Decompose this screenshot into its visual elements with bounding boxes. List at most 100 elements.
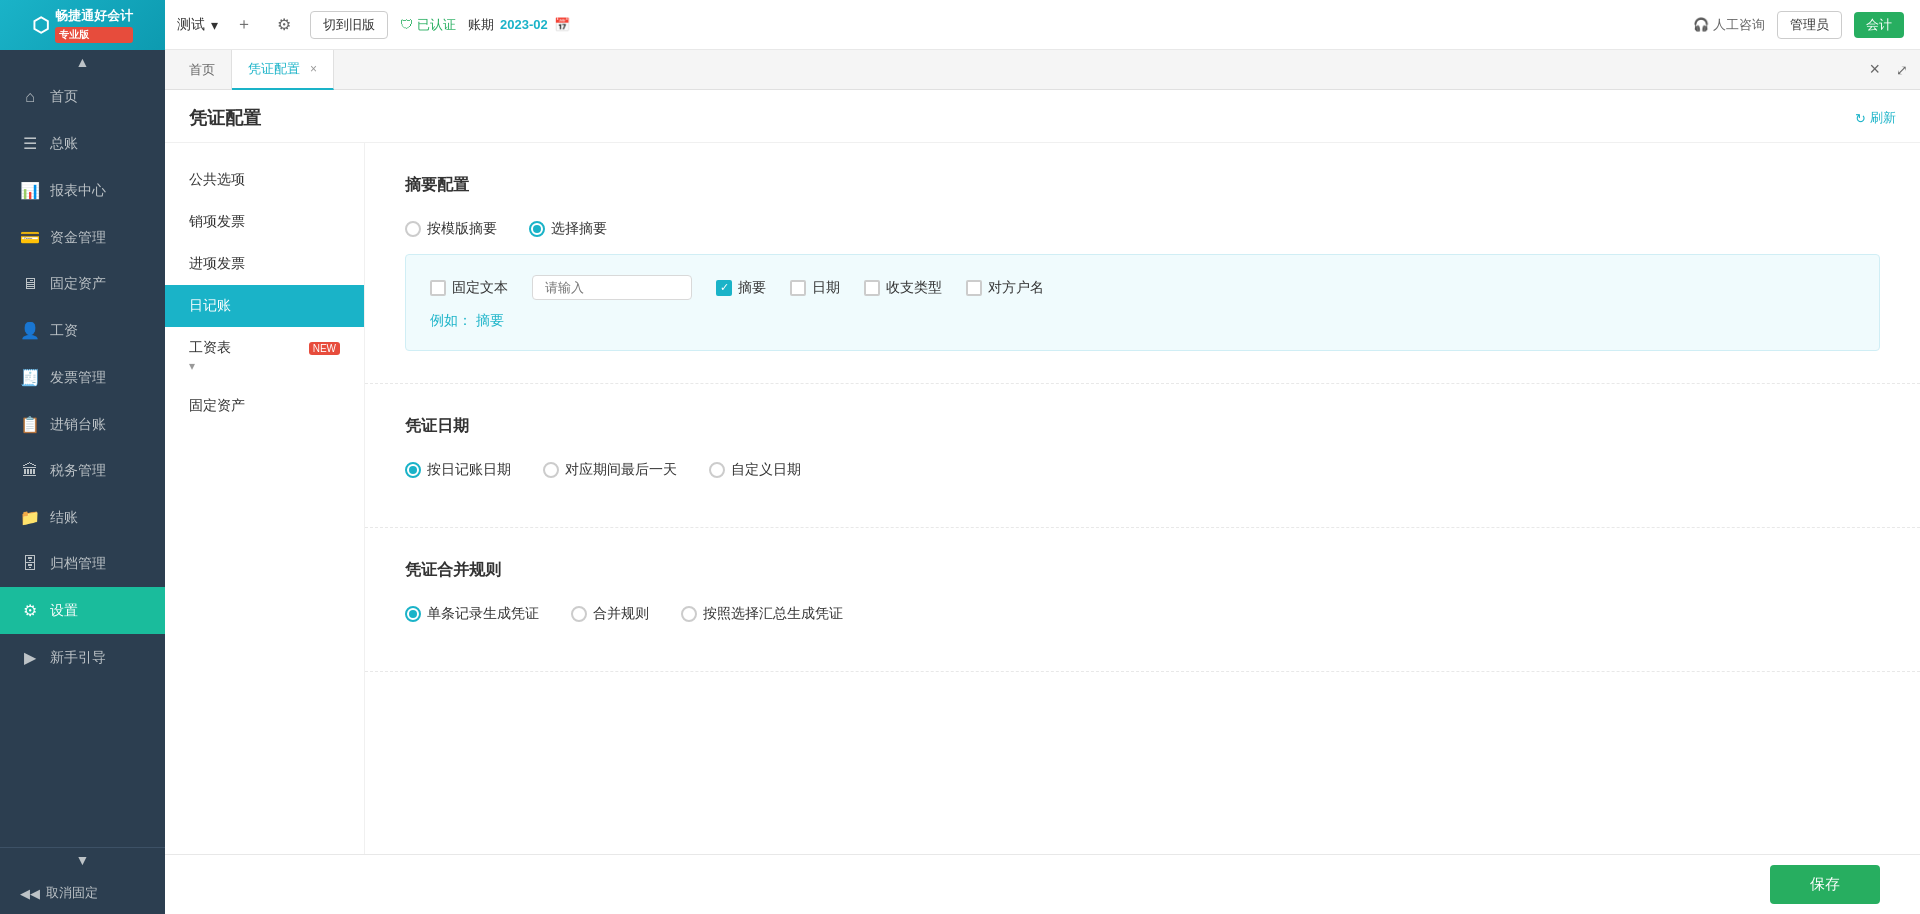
tabbar: 首页 凭证配置 × × ⤢ [165, 50, 1920, 90]
content-area: 公共选项 销项发票 进项发票 日记账 工资表 NEW ▾ 固定资产 [165, 143, 1920, 914]
headset-icon: 🎧 [1693, 17, 1709, 32]
home-icon: ⌂ [20, 88, 40, 106]
radio-period-last[interactable]: 对应期间最后一天 [543, 461, 677, 479]
certified-badge: 🛡 已认证 [400, 16, 456, 34]
sidebar-item-salary[interactable]: 👤 工资 [0, 307, 165, 354]
sidebar-item-archive[interactable]: 🗄 归档管理 [0, 541, 165, 587]
trade-icon: 📋 [20, 415, 40, 434]
gear-icon[interactable]: ⚙ [270, 11, 298, 39]
settings-icon: ⚙ [20, 601, 40, 620]
service-button[interactable]: 🎧 人工咨询 [1693, 16, 1765, 34]
example-text: 例如： 摘要 [430, 312, 1855, 330]
guide-icon: ▶ [20, 648, 40, 667]
sidebar-item-label: 归档管理 [50, 555, 106, 573]
cancel-pin-button[interactable]: ◀◀ 取消固定 [0, 872, 165, 914]
sidebar-scroll-up[interactable]: ▲ [0, 50, 165, 74]
checkbox-fixed-text[interactable]: 固定文本 [430, 279, 508, 297]
sidebar-item-home[interactable]: ⌂ 首页 [0, 74, 165, 120]
left-nav-item-payroll[interactable]: 工资表 NEW ▾ [165, 327, 364, 385]
radio-custom-date[interactable]: 自定义日期 [709, 461, 801, 479]
radio-journal-date[interactable]: 按日记账日期 [405, 461, 511, 479]
radio-circle-single [405, 606, 421, 622]
close-window-icon[interactable]: × [1865, 55, 1884, 84]
radio-single[interactable]: 单条记录生成凭证 [405, 605, 539, 623]
left-nav-item-fixed[interactable]: 固定资产 [165, 385, 364, 427]
sidebar-item-label: 结账 [50, 509, 78, 527]
sidebar-item-invoice[interactable]: 🧾 发票管理 [0, 354, 165, 401]
sidebar-item-ledger[interactable]: ☰ 总账 [0, 120, 165, 167]
sidebar-item-label: 进销台账 [50, 416, 106, 434]
topbar-right: 🎧 人工咨询 管理员 会计 [1693, 11, 1904, 39]
sidebar-item-report[interactable]: 📊 报表中心 [0, 167, 165, 214]
refresh-button[interactable]: ↻ 刷新 [1855, 109, 1896, 127]
radio-select-summary[interactable]: 选择摘要 [529, 220, 607, 238]
left-nav: 公共选项 销项发票 进项发票 日记账 工资表 NEW ▾ 固定资产 [165, 143, 365, 914]
new-badge: NEW [309, 342, 340, 355]
summary-radio-group: 按模版摘要 选择摘要 [405, 220, 1880, 238]
app-logo: ⬡ 畅捷通好会计 专业版 [0, 0, 165, 50]
sidebar-item-label: 税务管理 [50, 462, 106, 480]
project-name: 测试 [177, 16, 205, 34]
summary-section: 摘要配置 按模版摘要 选择摘要 固定文本 [365, 143, 1920, 384]
tab-voucher-config-label: 凭证配置 [248, 60, 300, 78]
calendar-icon[interactable]: 📅 [554, 17, 570, 32]
left-nav-item-sales[interactable]: 销项发票 [165, 201, 364, 243]
fixed-text-input[interactable] [532, 275, 692, 300]
tax-icon: 🏛 [20, 462, 40, 480]
sidebar: ▲ ⌂ 首页 ☰ 总账 📊 报表中心 💳 资金管理 🖥 固定资产 👤 工资 🧾 … [0, 50, 165, 914]
project-selector[interactable]: 测试 ▾ [177, 16, 218, 34]
role-button[interactable]: 会计 [1854, 12, 1904, 38]
checkbox-box-income-type [864, 280, 880, 296]
sidebar-item-tax[interactable]: 🏛 税务管理 [0, 448, 165, 494]
payroll-nav-inner: 工资表 NEW [189, 339, 340, 357]
sidebar-item-label: 总账 [50, 135, 78, 153]
sidebar-scroll-down[interactable]: ▼ [0, 848, 165, 872]
asset-icon: 🖥 [20, 275, 40, 293]
archive-icon: 🗄 [20, 555, 40, 573]
save-button[interactable]: 保存 [1770, 865, 1880, 904]
checkbox-counterpart[interactable]: 对方户名 [966, 279, 1044, 297]
tab-voucher-config[interactable]: 凭证配置 × [232, 50, 334, 90]
page-header-wrap: 凭证配置 ↻ 刷新 [165, 90, 1920, 143]
tabbar-actions: × ⤢ [1865, 55, 1912, 84]
main-area: 首页 凭证配置 × × ⤢ 凭证配置 ↻ 刷新 公共选项 销项发票 [165, 50, 1920, 914]
page-header: 凭证配置 ↻ 刷新 [165, 90, 1920, 143]
radio-merge-rule[interactable]: 合并规则 [571, 605, 649, 623]
salary-icon: 👤 [20, 321, 40, 340]
page-title: 凭证配置 [189, 106, 261, 130]
report-icon: 📊 [20, 181, 40, 200]
radio-circle-select-summary [681, 606, 697, 622]
checkbox-date[interactable]: 日期 [790, 279, 840, 297]
checkbox-income-type[interactable]: 收支类型 [864, 279, 942, 297]
right-content: 摘要配置 按模版摘要 选择摘要 固定文本 [365, 143, 1920, 914]
left-nav-item-purchase[interactable]: 进项发票 [165, 243, 364, 285]
left-nav-item-public[interactable]: 公共选项 [165, 159, 364, 201]
radio-select-summary-merge[interactable]: 按照选择汇总生成凭证 [681, 605, 843, 623]
date-section: 凭证日期 按日记账日期 对应期间最后一天 自定义日期 [365, 384, 1920, 528]
checkbox-abstract[interactable]: 摘要 [716, 279, 766, 297]
add-icon[interactable]: ＋ [230, 11, 258, 39]
summary-checkbox-section: 固定文本 摘要 日期 收支类型 [405, 254, 1880, 351]
expand-icon[interactable]: ⤢ [1892, 58, 1912, 82]
ledger-icon: ☰ [20, 134, 40, 153]
sidebar-item-guide[interactable]: ▶ 新手引导 [0, 634, 165, 681]
sidebar-item-label: 固定资产 [50, 275, 106, 293]
sidebar-item-finance[interactable]: 💳 资金管理 [0, 214, 165, 261]
switch-version-button[interactable]: 切到旧版 [310, 11, 388, 39]
radio-circle-template [405, 221, 421, 237]
sidebar-item-asset[interactable]: 🖥 固定资产 [0, 261, 165, 307]
sidebar-item-label: 资金管理 [50, 229, 106, 247]
chevron-down-icon: ▾ [189, 359, 195, 373]
sidebar-item-settings[interactable]: ⚙ 设置 [0, 587, 165, 634]
radio-template-summary[interactable]: 按模版摘要 [405, 220, 497, 238]
shield-icon: 🛡 [400, 17, 413, 32]
left-nav-item-journal[interactable]: 日记账 [165, 285, 364, 327]
sidebar-item-label: 设置 [50, 602, 78, 620]
tab-home[interactable]: 首页 [173, 50, 232, 90]
tab-close-icon[interactable]: × [310, 62, 317, 76]
user-button[interactable]: 管理员 [1777, 11, 1842, 39]
checkbox-box-counterpart [966, 280, 982, 296]
sidebar-item-close[interactable]: 📁 结账 [0, 494, 165, 541]
sidebar-item-trade[interactable]: 📋 进销台账 [0, 401, 165, 448]
sidebar-item-label: 首页 [50, 88, 78, 106]
